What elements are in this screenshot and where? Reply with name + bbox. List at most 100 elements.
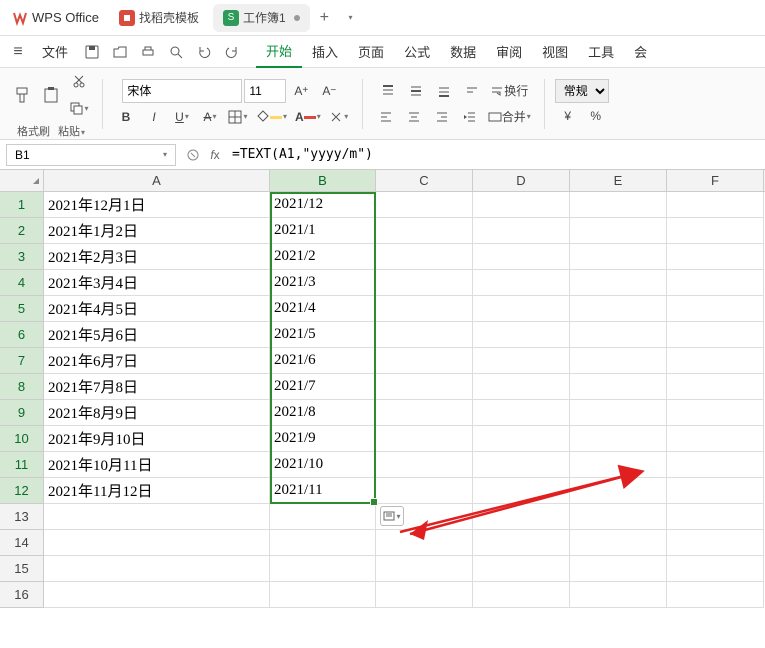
cell[interactable] [667, 556, 764, 582]
row-header[interactable]: 13 [0, 504, 44, 530]
cell[interactable]: 2021/4 [270, 296, 376, 322]
cell[interactable] [376, 244, 473, 270]
align-middle-button[interactable] [403, 78, 429, 104]
font-size-select[interactable] [244, 79, 286, 103]
cell[interactable] [570, 374, 667, 400]
cell[interactable] [473, 582, 570, 608]
cell[interactable] [667, 426, 764, 452]
cell[interactable] [667, 296, 764, 322]
menu-insert[interactable]: 插入 [302, 36, 348, 67]
cell[interactable] [473, 556, 570, 582]
row-header[interactable]: 12 [0, 478, 44, 504]
row-header[interactable]: 9 [0, 400, 44, 426]
undo-icon[interactable] [190, 38, 218, 66]
cell[interactable] [376, 296, 473, 322]
col-header-A[interactable]: A [44, 170, 270, 191]
wrap-text-button[interactable]: 换行 [487, 78, 531, 104]
cell[interactable] [44, 530, 270, 556]
cell[interactable] [570, 244, 667, 270]
new-tab-button[interactable]: + [312, 5, 337, 31]
cell[interactable] [270, 556, 376, 582]
col-header-F[interactable]: F [667, 170, 764, 191]
align-bottom-button[interactable] [431, 78, 457, 104]
cell[interactable]: 2021/8 [270, 400, 376, 426]
menu-file[interactable]: 文件 [32, 36, 78, 67]
cell[interactable] [473, 218, 570, 244]
clear-format-button[interactable]: ▾ [326, 104, 352, 130]
fx-button[interactable]: fx [204, 144, 226, 166]
cell[interactable] [376, 218, 473, 244]
cell[interactable] [473, 400, 570, 426]
menu-page[interactable]: 页面 [348, 36, 394, 67]
cell[interactable] [270, 530, 376, 556]
tab-template[interactable]: 找稻壳模板 [109, 4, 209, 32]
cell[interactable]: 2021/2 [270, 244, 376, 270]
cell[interactable] [376, 374, 473, 400]
cell[interactable]: 2021年6月7日 [44, 348, 270, 374]
number-format-select[interactable]: 常规 [555, 79, 609, 103]
cell[interactable] [376, 270, 473, 296]
cell[interactable]: 2021/12 [270, 192, 376, 218]
cell[interactable] [376, 322, 473, 348]
open-icon[interactable] [106, 38, 134, 66]
row-header[interactable]: 6 [0, 322, 44, 348]
cell[interactable] [667, 582, 764, 608]
font-name-select[interactable] [122, 79, 242, 103]
preview-icon[interactable] [162, 38, 190, 66]
cell[interactable]: 2021年3月4日 [44, 270, 270, 296]
cell[interactable]: 2021年2月3日 [44, 244, 270, 270]
underline-button[interactable]: U▾ [169, 104, 195, 130]
cell[interactable] [570, 452, 667, 478]
cell[interactable] [376, 192, 473, 218]
cell[interactable]: 2021年8月9日 [44, 400, 270, 426]
col-header-E[interactable]: E [570, 170, 667, 191]
cell[interactable] [570, 400, 667, 426]
cell[interactable] [376, 478, 473, 504]
col-header-D[interactable]: D [473, 170, 570, 191]
cell[interactable] [376, 400, 473, 426]
fill-color-button[interactable]: ▾ [253, 104, 290, 130]
row-header[interactable]: 8 [0, 374, 44, 400]
align-left-button[interactable] [373, 104, 399, 130]
cell[interactable] [44, 582, 270, 608]
cell[interactable] [570, 270, 667, 296]
cell[interactable] [270, 504, 376, 530]
cell[interactable] [473, 504, 570, 530]
format-painter-button[interactable] [10, 82, 36, 108]
row-header[interactable]: 14 [0, 530, 44, 556]
cell[interactable] [473, 348, 570, 374]
cell[interactable]: 2021/7 [270, 374, 376, 400]
cell[interactable]: 2021年1月2日 [44, 218, 270, 244]
name-box[interactable]: B1 ▾ [6, 144, 176, 166]
row-header[interactable]: 1 [0, 192, 44, 218]
cell[interactable]: 2021/11 [270, 478, 376, 504]
cell[interactable] [473, 374, 570, 400]
cell[interactable] [473, 426, 570, 452]
copy-button[interactable]: ▾ [66, 95, 92, 121]
cell[interactable] [376, 452, 473, 478]
cell[interactable] [570, 426, 667, 452]
strikethrough-button[interactable]: A▾ [197, 104, 223, 130]
cell[interactable] [667, 270, 764, 296]
menu-formula[interactable]: 公式 [394, 36, 440, 67]
select-all-corner[interactable] [0, 170, 44, 191]
col-header-B[interactable]: B [270, 170, 376, 191]
cell[interactable] [667, 374, 764, 400]
cell[interactable] [570, 192, 667, 218]
formula-input[interactable] [226, 144, 765, 166]
cell[interactable]: 2021年10月11日 [44, 452, 270, 478]
cell[interactable]: 2021年11月12日 [44, 478, 270, 504]
cell[interactable] [376, 530, 473, 556]
menu-start[interactable]: 开始 [256, 35, 302, 68]
cell[interactable] [667, 192, 764, 218]
cell[interactable] [667, 348, 764, 374]
cell[interactable] [570, 556, 667, 582]
cell[interactable]: 2021/9 [270, 426, 376, 452]
hamburger-icon[interactable]: ≡ [4, 38, 32, 66]
cell[interactable]: 2021/6 [270, 348, 376, 374]
cell[interactable] [473, 530, 570, 556]
cell[interactable]: 2021/10 [270, 452, 376, 478]
cut-button[interactable] [66, 68, 92, 94]
row-header[interactable]: 11 [0, 452, 44, 478]
cell[interactable]: 2021年7月8日 [44, 374, 270, 400]
